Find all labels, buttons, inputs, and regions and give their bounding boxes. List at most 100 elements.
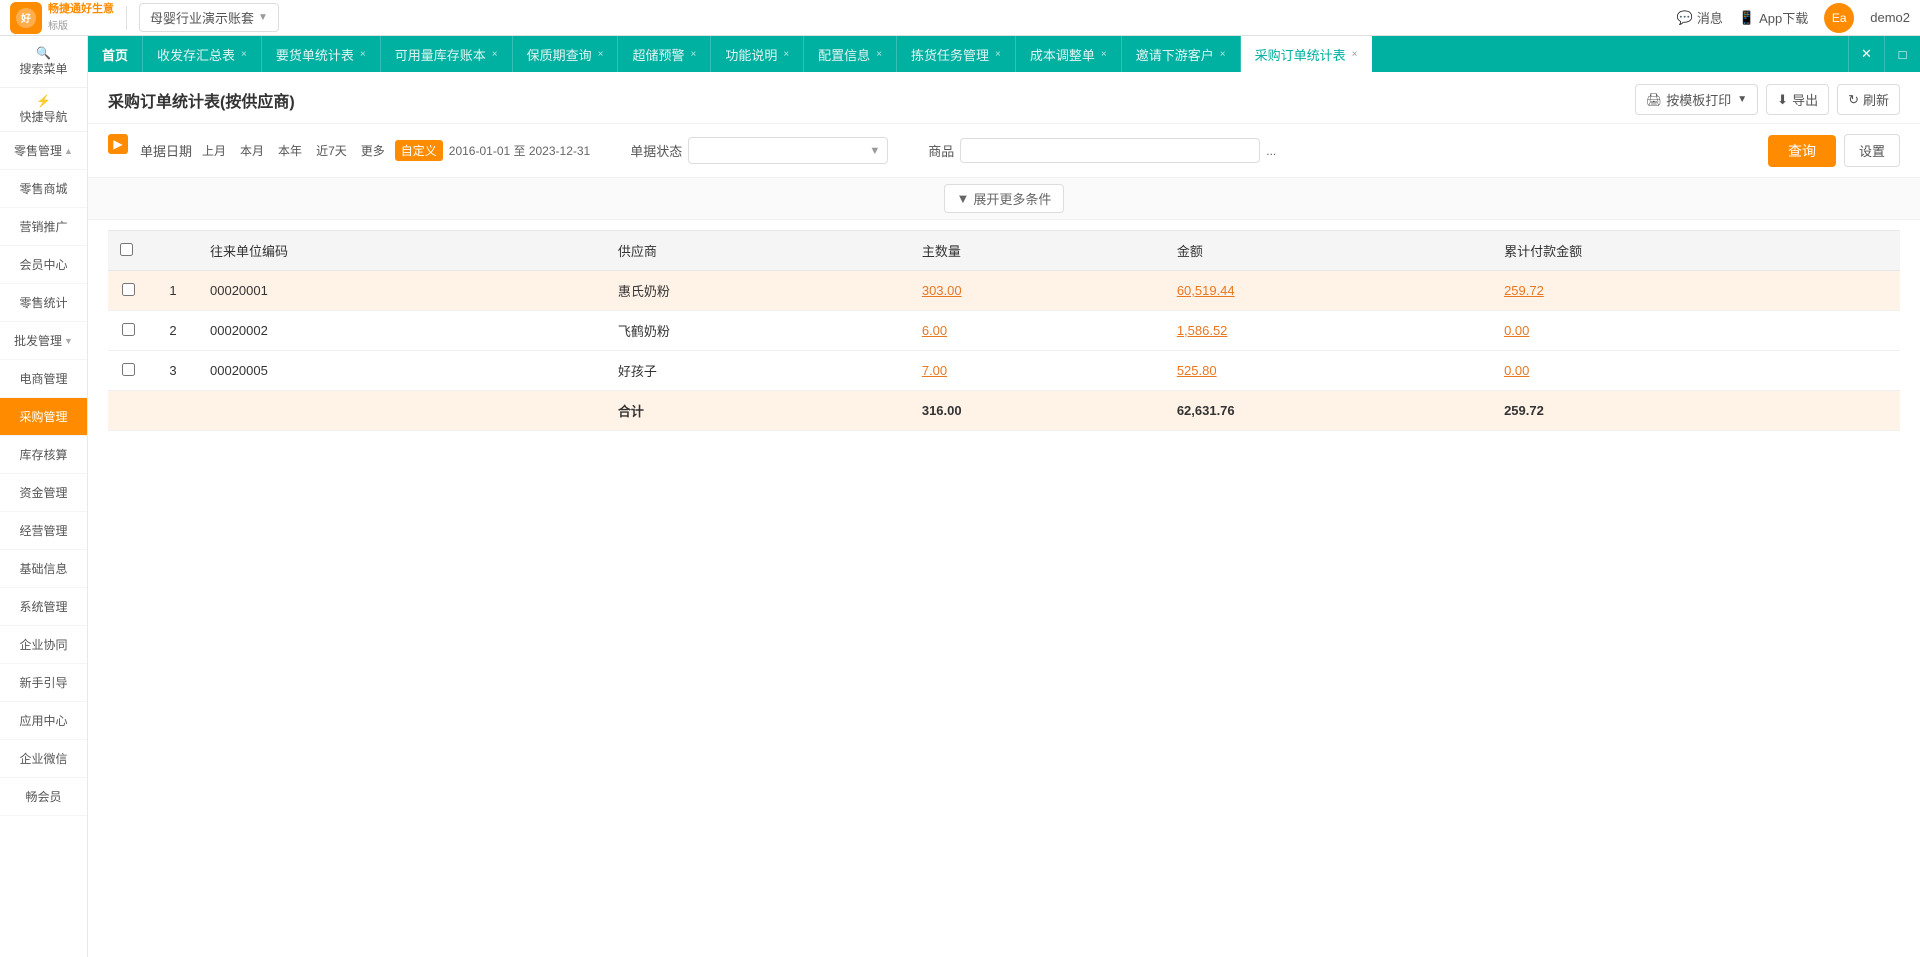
filter-collapse-btn[interactable]: ▶ (108, 134, 128, 154)
tab-home[interactable]: 首页 (88, 36, 143, 72)
row-check-cell (108, 271, 148, 311)
sidebar-item-guide[interactable]: 新手引导 (0, 664, 87, 702)
row-checkbox[interactable] (122, 363, 135, 376)
sidebar-item-retail-mgmt[interactable]: 零售管理 ▲ (0, 132, 87, 170)
row-main-qty-cell: 6.00 (910, 311, 1165, 351)
sidebar-item-finance[interactable]: 资金管理 (0, 474, 87, 512)
tab-collect-pay[interactable]: 收发存汇总表 × (143, 36, 262, 72)
date-shortcut-this-month[interactable]: 本月 (236, 140, 268, 161)
sidebar-item-wholesale[interactable]: 批发管理 ▼ (0, 322, 87, 360)
sidebar-item-operations-label: 经营管理 (0, 522, 87, 539)
sidebar-quick-nav[interactable]: ⚡ 快捷导航 (0, 88, 87, 132)
workspace-selector[interactable]: 母婴行业演示账套 ▼ (139, 3, 279, 32)
date-shortcut-more[interactable]: 更多 (357, 140, 389, 161)
sidebar-item-ecommerce[interactable]: 电商管理 (0, 360, 87, 398)
sidebar-item-retail-mgmt-label: 零售管理 (14, 142, 62, 159)
sidebar-item-app-center[interactable]: 应用中心 (0, 702, 87, 740)
tab-cost-adjust[interactable]: 成本调整单 × (1016, 36, 1122, 72)
tab-close-all-btn[interactable]: ✕ (1848, 36, 1884, 72)
table-row: 1 00020001 惠氏奶粉 303.00 60,519.44 259.72 (108, 271, 1900, 311)
row-code-cell: 00020002 (198, 311, 606, 351)
row-supplier-cell: 惠氏奶粉 (606, 271, 910, 311)
goods-filter-input[interactable] (960, 138, 1260, 163)
expand-conditions-btn[interactable]: ▼ 展开更多条件 (944, 184, 1065, 213)
col-header-check (108, 231, 148, 271)
tab-maximize-btn[interactable]: □ (1884, 36, 1920, 72)
amount-link[interactable]: 525.80 (1177, 363, 1217, 378)
sidebar-item-basic-info[interactable]: 基础信息 (0, 550, 87, 588)
goods-more-btn[interactable]: ... (1266, 144, 1276, 158)
footer-paid-cell: 259.72 (1492, 391, 1900, 431)
sidebar-item-marketing[interactable]: 营销推广 (0, 208, 87, 246)
date-shortcut-last-month[interactable]: 上月 (198, 140, 230, 161)
main-qty-link[interactable]: 303.00 (922, 283, 962, 298)
sidebar: 🔍 搜索菜单 ⚡ 快捷导航 零售管理 ▲ 零售商城 营销推广 会员中心 (0, 36, 88, 957)
tab-invite-downstream[interactable]: 邀请下游客户 × (1122, 36, 1241, 72)
paid-link[interactable]: 259.72 (1504, 283, 1544, 298)
tab-func-desc[interactable]: 功能说明 × (711, 36, 804, 72)
print-label: 按模板打印 (1666, 90, 1731, 109)
tab-invite-downstream-close[interactable]: × (1220, 49, 1226, 60)
sidebar-item-corp-wechat[interactable]: 企业微信 (0, 740, 87, 778)
tab-inventory-ledger-close[interactable]: × (492, 49, 498, 60)
paid-link[interactable]: 0.00 (1504, 363, 1529, 378)
row-supplier-cell: 好孩子 (606, 351, 910, 391)
row-check-cell (108, 311, 148, 351)
date-shortcut-7days[interactable]: 近7天 (312, 140, 351, 161)
status-filter-field: 单据状态 ▼ (630, 137, 888, 164)
date-custom-btn[interactable]: 自定义 (395, 140, 443, 161)
tab-purchase-stats-close[interactable]: × (1352, 49, 1358, 60)
sidebar-item-retail-shop[interactable]: 零售商城 (0, 170, 87, 208)
tab-purchase-stats[interactable]: 采购订单统计表 × (1241, 36, 1373, 72)
tab-goods-stats[interactable]: 要货单统计表 × (262, 36, 381, 72)
sidebar-item-operations[interactable]: 经营管理 (0, 512, 87, 550)
tab-inventory-ledger[interactable]: 可用量库存账本 × (381, 36, 513, 72)
sidebar-item-finance-label: 资金管理 (0, 484, 87, 501)
sidebar-item-member[interactable]: 会员中心 (0, 246, 87, 284)
user-name-label[interactable]: demo2 (1870, 10, 1910, 25)
sidebar-search[interactable]: 🔍 搜索菜单 (0, 36, 87, 88)
table-row: 3 00020005 好孩子 7.00 525.80 0.00 (108, 351, 1900, 391)
select-all-checkbox[interactable] (120, 243, 133, 256)
row-checkbox[interactable] (122, 323, 135, 336)
status-select[interactable] (688, 137, 888, 164)
amount-link[interactable]: 60,519.44 (1177, 283, 1235, 298)
row-checkbox[interactable] (122, 283, 135, 296)
print-btn[interactable]: 🖨 按模板打印 ▼ (1635, 84, 1758, 115)
sidebar-item-enterprise[interactable]: 企业协同 (0, 626, 87, 664)
tab-config-close[interactable]: × (876, 49, 882, 60)
main-qty-link[interactable]: 6.00 (922, 323, 947, 338)
user-avatar[interactable]: Ea (1824, 3, 1854, 33)
refresh-btn[interactable]: ↻ 刷新 (1837, 84, 1900, 115)
table-row: 2 00020002 飞鹤奶粉 6.00 1,586.52 0.00 (108, 311, 1900, 351)
tab-overstock[interactable]: 超储预警 × (618, 36, 711, 72)
sidebar-item-retail-stats[interactable]: 零售统计 (0, 284, 87, 322)
tab-pick-task[interactable]: 拣货任务管理 × (897, 36, 1016, 72)
tab-cost-adjust-close[interactable]: × (1101, 49, 1107, 60)
main-qty-link[interactable]: 7.00 (922, 363, 947, 378)
sidebar-item-vip[interactable]: 畅会员 (0, 778, 87, 816)
settings-btn[interactable]: 设置 (1844, 134, 1900, 167)
sidebar-item-system[interactable]: 系统管理 (0, 588, 87, 626)
footer-amount: 62,631.76 (1177, 403, 1235, 418)
date-filter-label: 单据日期 (140, 141, 192, 160)
amount-link[interactable]: 1,586.52 (1177, 323, 1228, 338)
app-download-btn[interactable]: 📱 App下载 (1739, 8, 1808, 27)
message-btn[interactable]: 💬 消息 (1677, 8, 1723, 27)
export-btn[interactable]: ⬇ 导出 (1766, 84, 1829, 115)
sidebar-item-inventory[interactable]: 库存核算 (0, 436, 87, 474)
tab-func-desc-close[interactable]: × (783, 49, 789, 60)
tab-goods-stats-close[interactable]: × (360, 49, 366, 60)
tab-warranty-query[interactable]: 保质期查询 × (513, 36, 619, 72)
tab-purchase-stats-label: 采购订单统计表 (1255, 45, 1346, 64)
tab-pick-task-close[interactable]: × (995, 49, 1001, 60)
query-btn[interactable]: 查询 (1768, 135, 1836, 167)
tab-overstock-close[interactable]: × (690, 49, 696, 60)
tab-config[interactable]: 配置信息 × (804, 36, 897, 72)
tab-warranty-query-close[interactable]: × (598, 49, 604, 60)
tab-collect-pay-close[interactable]: × (241, 49, 247, 60)
date-shortcut-this-year[interactable]: 本年 (274, 140, 306, 161)
col-header-supplier: 供应商 (606, 231, 910, 271)
sidebar-item-purchase[interactable]: 采购管理 (0, 398, 87, 436)
paid-link[interactable]: 0.00 (1504, 323, 1529, 338)
